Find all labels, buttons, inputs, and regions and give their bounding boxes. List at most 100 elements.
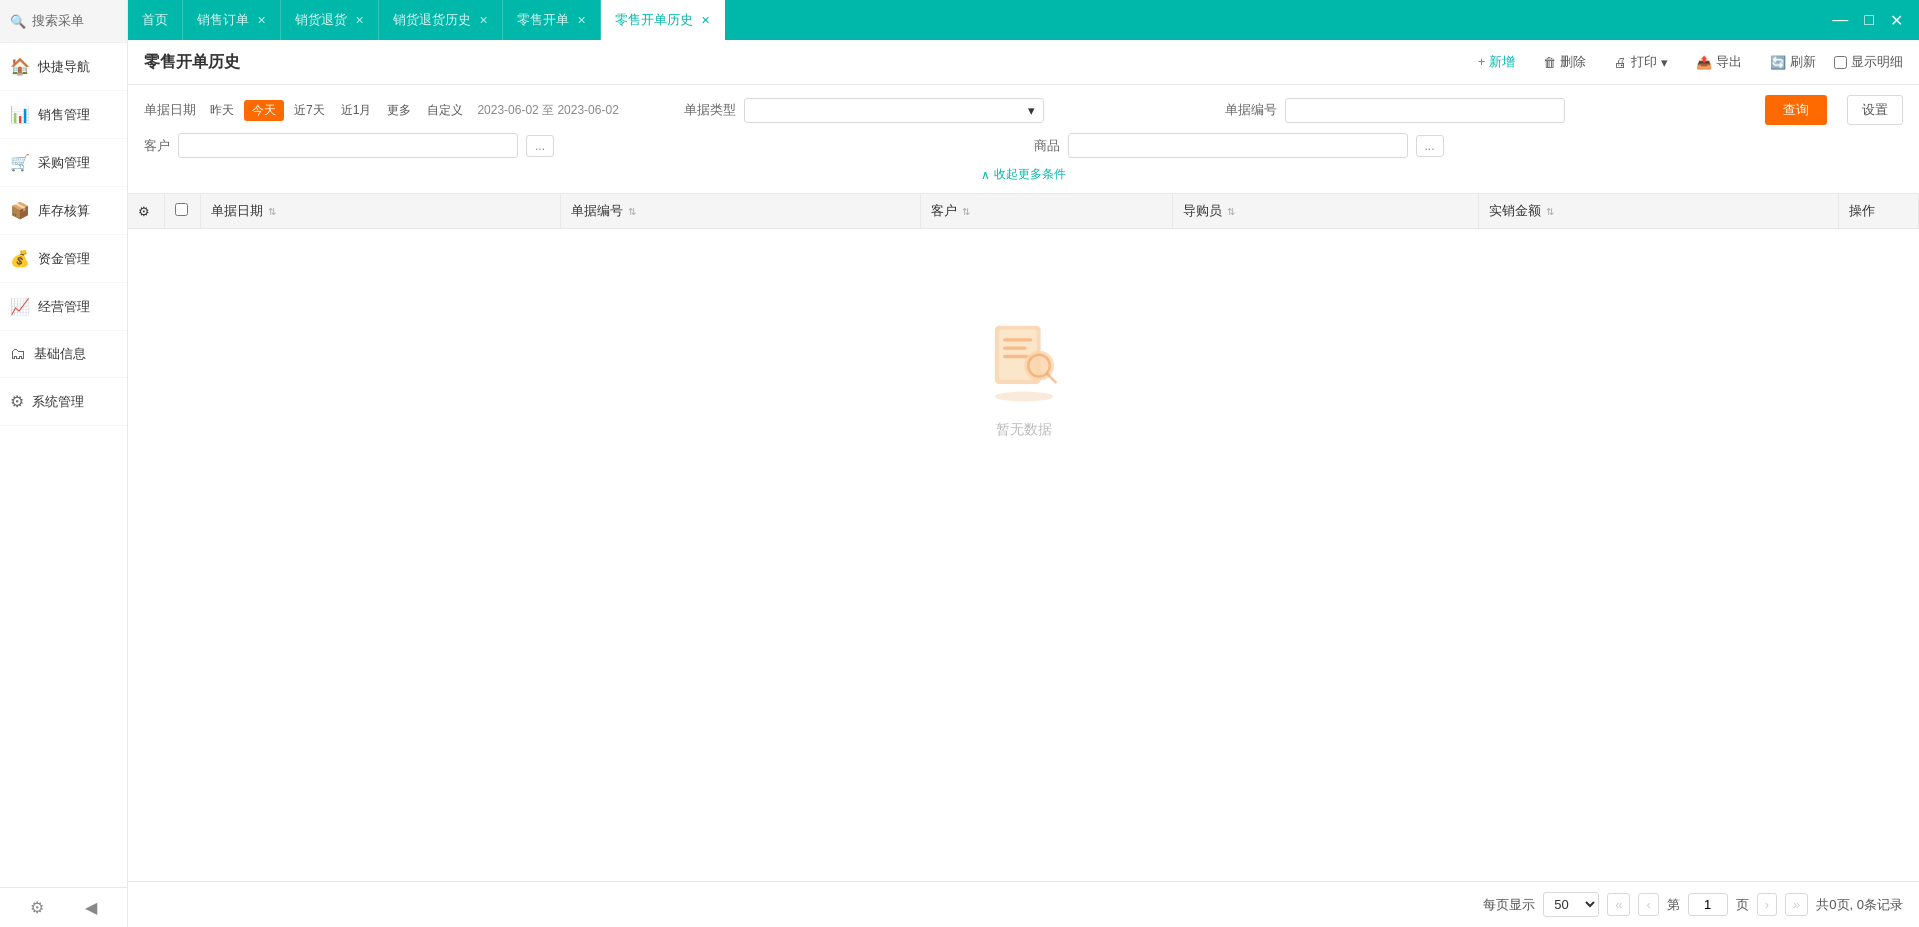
- tab-home[interactable]: 首页: [128, 0, 183, 40]
- tab-sales-return-history-close[interactable]: ✕: [479, 14, 488, 27]
- sidebar-item-label: 快捷导航: [38, 58, 90, 76]
- date-opt-7days[interactable]: 近7天: [288, 100, 331, 121]
- tab-retail-open[interactable]: 零售开单 ✕: [503, 0, 601, 40]
- print-label: 打印: [1631, 53, 1657, 71]
- query-button[interactable]: 查询: [1765, 95, 1827, 125]
- th-number[interactable]: 单据编号 ⇅: [560, 194, 920, 229]
- collapse-button[interactable]: ∧ 收起更多条件: [981, 166, 1066, 183]
- close-button[interactable]: ✕: [1884, 7, 1909, 34]
- customer-input[interactable]: [178, 133, 518, 158]
- sidebar-search-label: 搜索采单: [32, 12, 84, 30]
- chart-icon: 📊: [10, 105, 30, 124]
- tab-retail-open-history-close[interactable]: ✕: [701, 14, 710, 27]
- prev-page-button[interactable]: ‹: [1638, 893, 1658, 916]
- th-checkbox[interactable]: [164, 194, 200, 229]
- sidebar-item-finance[interactable]: 💰 资金管理: [0, 235, 127, 283]
- tab-sales-return[interactable]: 销货退货 ✕: [281, 0, 379, 40]
- refresh-button[interactable]: 🔄 刷新: [1760, 48, 1826, 76]
- type-select[interactable]: ▾: [744, 98, 1044, 123]
- customer-ellipsis-btn[interactable]: ...: [526, 135, 554, 157]
- sidebar-item-sales-mgmt[interactable]: 📊 销售管理: [0, 91, 127, 139]
- first-page-button[interactable]: «: [1607, 893, 1630, 916]
- print-button[interactable]: 🖨 打印 ▾: [1604, 48, 1678, 76]
- sort-date-icon: ⇅: [268, 206, 276, 217]
- next-page-button[interactable]: ›: [1757, 893, 1777, 916]
- sidebar-search[interactable]: 🔍 搜索采单: [0, 0, 127, 43]
- sidebar-item-inventory[interactable]: 📦 库存核算: [0, 187, 127, 235]
- customer-label: 客户: [144, 137, 170, 155]
- sidebar-item-purchase-mgmt[interactable]: 🛒 采购管理: [0, 139, 127, 187]
- sidebar-item-label: 基础信息: [34, 345, 86, 363]
- sidebar: 🔍 搜索采单 🏠 快捷导航 📊 销售管理 🛒 采购管理 📦 库存核算 💰 资金管…: [0, 0, 128, 927]
- date-opt-custom[interactable]: 自定义: [421, 100, 469, 121]
- tab-bar: 首页 销售订单 ✕ 销货退货 ✕ 销货退货历史 ✕ 零售开单 ✕ 零售开单历史 …: [128, 0, 1919, 40]
- th-guide[interactable]: 导购员 ⇅: [1172, 194, 1478, 229]
- tab-sales-return-close[interactable]: ✕: [355, 14, 364, 27]
- customer-filter-field: 客户 ...: [144, 133, 1014, 158]
- date-opt-more[interactable]: 更多: [381, 100, 417, 121]
- sidebar-item-label: 采购管理: [38, 154, 90, 172]
- pagination-bar: 每页显示 20 50 100 « ‹ 第 页 › » 共0页, 0条记录: [128, 881, 1919, 927]
- svg-rect-4: [1003, 347, 1026, 350]
- add-button[interactable]: + 新增: [1468, 48, 1525, 76]
- export-button[interactable]: 📤 导出: [1686, 48, 1752, 76]
- product-filter-field: 商品 ...: [1034, 133, 1904, 158]
- th-customer[interactable]: 客户 ⇅: [920, 194, 1172, 229]
- tab-sales-order[interactable]: 销售订单 ✕: [183, 0, 281, 40]
- page-label: 第: [1667, 896, 1680, 914]
- refresh-icon: 🔄: [1770, 55, 1786, 70]
- print-chevron-icon: ▾: [1661, 55, 1668, 70]
- settings-bottom-icon[interactable]: ⚙: [30, 898, 44, 917]
- date-opt-yesterday[interactable]: 昨天: [204, 100, 240, 121]
- th-guide-label: 导购员: [1183, 203, 1222, 218]
- th-date[interactable]: 单据日期 ⇅: [200, 194, 560, 229]
- sort-guide-icon: ⇅: [1227, 206, 1235, 217]
- sidebar-item-business[interactable]: 📈 经营管理: [0, 283, 127, 331]
- select-all-checkbox[interactable]: [175, 203, 188, 216]
- data-table: ⚙ 单据日期 ⇅ 单据编号 ⇅ 客户 ⇅: [128, 194, 1919, 229]
- filter-area: 单据日期 昨天 今天 近7天 近1月 更多 自定义 2023-06-02 至 2…: [128, 85, 1919, 194]
- home-icon: 🏠: [10, 57, 30, 76]
- delete-button[interactable]: 🗑 删除: [1533, 48, 1596, 76]
- sidebar-item-label: 资金管理: [38, 250, 90, 268]
- sidebar-item-label: 经营管理: [38, 298, 90, 316]
- page-input[interactable]: [1688, 893, 1728, 916]
- folder-icon: 🗂: [10, 345, 26, 363]
- th-settings[interactable]: ⚙: [128, 194, 164, 229]
- empty-state: 暂无数据: [128, 229, 1919, 519]
- th-amount[interactable]: 实销金额 ⇅: [1478, 194, 1838, 229]
- minimize-button[interactable]: —: [1826, 7, 1854, 33]
- maximize-button[interactable]: □: [1858, 7, 1880, 33]
- gear-icon: ⚙: [10, 392, 24, 411]
- tab-retail-open-close[interactable]: ✕: [577, 14, 586, 27]
- show-detail-checkbox[interactable]: [1834, 56, 1847, 69]
- show-detail-label[interactable]: 显示明细: [1834, 53, 1903, 71]
- th-amount-label: 实销金额: [1489, 203, 1541, 218]
- date-opt-1month[interactable]: 近1月: [335, 100, 378, 121]
- page-size-label: 每页显示: [1483, 896, 1535, 914]
- type-filter-field: 单据类型 ▾: [684, 98, 1204, 123]
- refresh-label: 刷新: [1790, 53, 1816, 71]
- sidebar-item-sys-mgmt[interactable]: ⚙ 系统管理: [0, 378, 127, 426]
- sidebar-item-basic-info[interactable]: 🗂 基础信息: [0, 331, 127, 378]
- th-ops-label: 操作: [1849, 203, 1875, 218]
- tab-sales-return-history[interactable]: 销货退货历史 ✕: [379, 0, 503, 40]
- collapse-chevron-icon: ∧: [981, 168, 990, 182]
- settings-button[interactable]: 设置: [1847, 95, 1903, 125]
- number-input[interactable]: [1285, 98, 1565, 123]
- product-ellipsis-btn[interactable]: ...: [1416, 135, 1444, 157]
- sidebar-item-quick-nav[interactable]: 🏠 快捷导航: [0, 43, 127, 91]
- date-opt-today[interactable]: 今天: [244, 100, 284, 121]
- box-icon: 📦: [10, 201, 30, 220]
- show-detail-text: 显示明细: [1851, 53, 1903, 71]
- export-label: 导出: [1716, 53, 1742, 71]
- tab-sales-order-close[interactable]: ✕: [257, 14, 266, 27]
- business-icon: 📈: [10, 297, 30, 316]
- tab-retail-open-history[interactable]: 零售开单历史 ✕: [601, 0, 725, 40]
- page-size-select[interactable]: 20 50 100: [1543, 892, 1599, 917]
- collapse-sidebar-icon[interactable]: ◀: [85, 898, 97, 917]
- product-input[interactable]: [1068, 133, 1408, 158]
- svg-rect-5: [1003, 355, 1030, 358]
- last-page-button[interactable]: »: [1785, 893, 1808, 916]
- money-icon: 💰: [10, 249, 30, 268]
